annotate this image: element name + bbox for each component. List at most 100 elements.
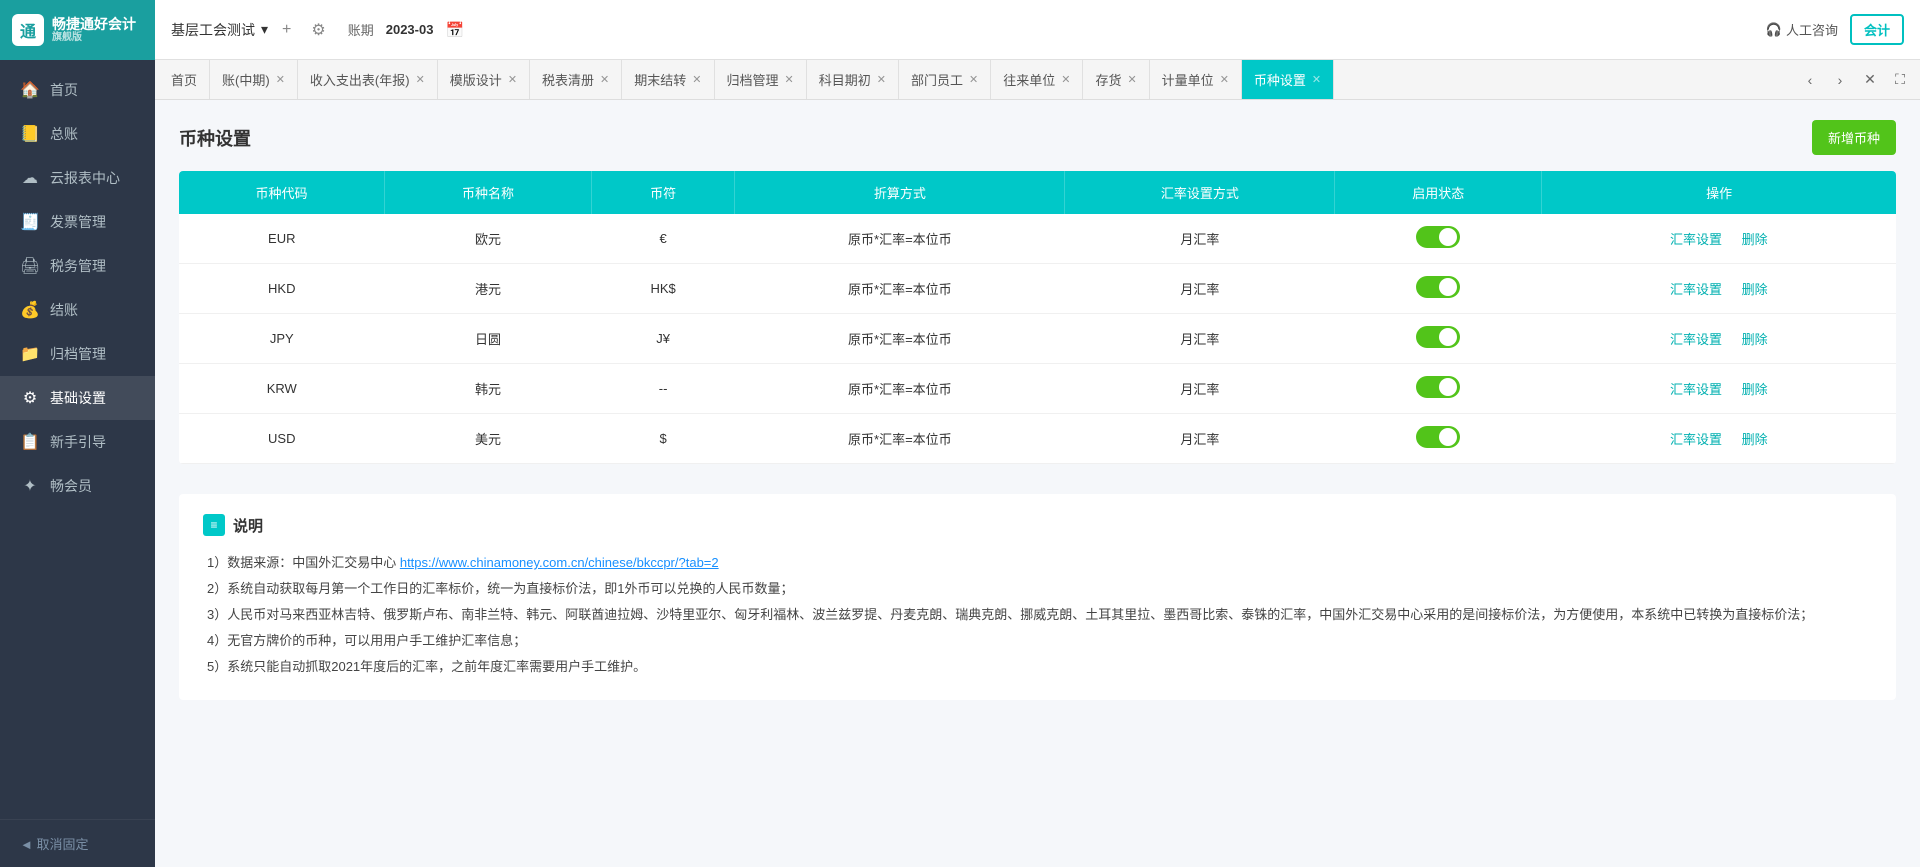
invoice-icon: 🧾 — [20, 212, 40, 232]
rate-settings-link-0[interactable]: 汇率设置 — [1670, 232, 1722, 247]
sidebar-nav: 🏠 首页 📒 总账 ☁ 云报表中心 🧾 发票管理 🖨 税务管理 💰 结账 📁 归… — [0, 60, 155, 819]
note-item: 2）系统自动获取每月第一个工作日的汇率标价，统一为直接标价法，即1外币可以兑换的… — [203, 576, 1872, 602]
enabled-toggle-2[interactable] — [1416, 326, 1460, 348]
col-calc: 折算方式 — [735, 171, 1065, 214]
sidebar-item-settle[interactable]: 💰 结账 — [0, 288, 155, 332]
cell-symbol-2: J¥ — [591, 314, 735, 364]
sidebar-item-member[interactable]: ✦ 畅会员 — [0, 464, 155, 508]
home-icon: 🏠 — [20, 80, 40, 100]
company-selector[interactable]: 基层工会测试 ▾ — [171, 20, 268, 40]
tab-close-archive[interactable]: ✕ — [785, 73, 794, 86]
headset-icon: 🎧 — [1766, 22, 1782, 38]
tab-close-all-button[interactable]: ✕ — [1858, 68, 1882, 92]
tab-dept[interactable]: 部门员工 ✕ — [899, 60, 991, 100]
tab-period-end[interactable]: 期末结转 ✕ — [622, 60, 714, 100]
cell-rate-type-2: 月汇率 — [1065, 314, 1335, 364]
tab-next-button[interactable]: › — [1828, 68, 1852, 92]
tab-close-unit[interactable]: ✕ — [1220, 73, 1229, 86]
delete-link-3[interactable]: 删除 — [1742, 382, 1768, 397]
tab-close-dept[interactable]: ✕ — [969, 73, 978, 86]
sidebar-item-invoice[interactable]: 🧾 发票管理 — [0, 200, 155, 244]
enabled-toggle-3[interactable] — [1416, 376, 1460, 398]
page-header: 币种设置 新增币种 — [179, 120, 1896, 155]
cell-name-0: 欧元 — [385, 214, 592, 264]
delete-link-4[interactable]: 删除 — [1742, 432, 1768, 447]
tab-fullscreen-button[interactable]: ⛶ — [1888, 68, 1912, 92]
tab-income[interactable]: 收入支出表(年报) ✕ — [298, 60, 438, 100]
tab-close-template[interactable]: ✕ — [508, 73, 517, 86]
tab-close-taxlist[interactable]: ✕ — [600, 73, 609, 86]
sidebar-item-archive[interactable]: 📁 归档管理 — [0, 332, 155, 376]
tab-period[interactable]: 账(中期) ✕ — [210, 60, 298, 100]
cell-name-2: 日圆 — [385, 314, 592, 364]
tab-prev-button[interactable]: ‹ — [1798, 68, 1822, 92]
kuaiji-button[interactable]: 会计 — [1850, 14, 1904, 45]
top-header: 基层工会测试 ▾ + ⚙ 账期 2023-03 📅 🎧 人工咨询 会计 — [155, 0, 1920, 60]
delete-link-0[interactable]: 删除 — [1742, 232, 1768, 247]
tab-close-subject[interactable]: ✕ — [877, 73, 886, 86]
sidebar-item-guide[interactable]: 📋 新手引导 — [0, 420, 155, 464]
tab-template[interactable]: 模版设计 ✕ — [438, 60, 530, 100]
enabled-toggle-4[interactable] — [1416, 426, 1460, 448]
sidebar-pin-toggle[interactable]: ◄ 取消固定 — [0, 819, 155, 867]
enabled-toggle-0[interactable] — [1416, 226, 1460, 248]
sidebar-item-ledger[interactable]: 📒 总账 — [0, 112, 155, 156]
col-symbol: 币符 — [591, 171, 735, 214]
note-item: 3）人民币对马来西亚林吉特、俄罗斯卢布、南非兰特、韩元、阿联酋迪拉姆、沙特里亚尔… — [203, 602, 1872, 628]
service-button[interactable]: 🎧 人工咨询 — [1766, 20, 1838, 39]
delete-link-1[interactable]: 删除 — [1742, 282, 1768, 297]
add-tab-button[interactable]: + — [276, 21, 297, 39]
cell-actions-1: 汇率设置 删除 — [1542, 264, 1896, 314]
tab-close-income[interactable]: ✕ — [416, 73, 425, 86]
enabled-toggle-1[interactable] — [1416, 276, 1460, 298]
member-icon: ✦ — [20, 476, 40, 496]
cell-calc-1: 原币*汇率=本位币 — [735, 264, 1065, 314]
sidebar-item-reports[interactable]: ☁ 云报表中心 — [0, 156, 155, 200]
sidebar-item-settings[interactable]: ⚙ 基础设置 — [0, 376, 155, 420]
rate-settings-link-1[interactable]: 汇率设置 — [1670, 282, 1722, 297]
tab-close-currency[interactable]: ✕ — [1312, 73, 1321, 86]
delete-link-2[interactable]: 删除 — [1742, 332, 1768, 347]
rate-settings-link-4[interactable]: 汇率设置 — [1670, 432, 1722, 447]
tab-inventory[interactable]: 存货 ✕ — [1083, 60, 1149, 100]
sidebar-item-label: 总账 — [50, 124, 78, 144]
new-currency-button[interactable]: 新增币种 — [1812, 120, 1896, 155]
cell-toggle-2[interactable] — [1335, 314, 1542, 364]
sidebar-item-label: 首页 — [50, 80, 78, 100]
tab-close-partner[interactable]: ✕ — [1061, 73, 1070, 86]
sidebar-item-tax[interactable]: 🖨 税务管理 — [0, 244, 155, 288]
logo-text: 畅捷通好会计 旗舰版 — [52, 16, 136, 45]
tab-partner[interactable]: 往来单位 ✕ — [991, 60, 1083, 100]
tab-subject[interactable]: 科目期初 ✕ — [807, 60, 899, 100]
tab-archive[interactable]: 归档管理 ✕ — [715, 60, 807, 100]
cell-code-2: JPY — [179, 314, 385, 364]
tab-currency[interactable]: 币种设置 ✕ — [1242, 60, 1334, 100]
sidebar-item-home[interactable]: 🏠 首页 — [0, 68, 155, 112]
tab-close-inventory[interactable]: ✕ — [1127, 73, 1136, 86]
table-row: EUR 欧元 € 原币*汇率=本位币 月汇率 汇率设置 删除 — [179, 214, 1896, 264]
period-value: 2023-03 — [386, 22, 434, 37]
rate-settings-link-2[interactable]: 汇率设置 — [1670, 332, 1722, 347]
note-item: 1）数据来源：中国外汇交易中心 https://www.chinamoney.c… — [203, 550, 1872, 576]
tab-close-period-end[interactable]: ✕ — [692, 73, 701, 86]
rate-settings-link-3[interactable]: 汇率设置 — [1670, 382, 1722, 397]
tab-taxlist[interactable]: 税表清册 ✕ — [530, 60, 622, 100]
settings-gear-icon[interactable]: ⚙ — [305, 20, 331, 40]
note-item: 4）无官方牌价的币种，可以用用户手工维护汇率信息； — [203, 628, 1872, 654]
cell-code-4: USD — [179, 414, 385, 464]
cell-toggle-4[interactable] — [1335, 414, 1542, 464]
main-area: 基层工会测试 ▾ + ⚙ 账期 2023-03 📅 🎧 人工咨询 会计 首页 账… — [155, 0, 1920, 867]
external-link[interactable]: https://www.chinamoney.com.cn/chinese/bk… — [400, 555, 719, 570]
table-row: USD 美元 $ 原币*汇率=本位币 月汇率 汇率设置 删除 — [179, 414, 1896, 464]
content-area: 币种设置 新增币种 币种代码 币种名称 币符 折算方式 汇率设置方式 启用状态 … — [155, 100, 1920, 867]
tab-unit[interactable]: 计量单位 ✕ — [1150, 60, 1242, 100]
tab-home[interactable]: 首页 — [159, 60, 210, 100]
ledger-icon: 📒 — [20, 124, 40, 144]
cell-calc-3: 原币*汇率=本位币 — [735, 364, 1065, 414]
tab-close-period[interactable]: ✕ — [276, 73, 285, 86]
calendar-icon[interactable]: 📅 — [445, 21, 464, 39]
cell-toggle-0[interactable] — [1335, 214, 1542, 264]
cell-toggle-1[interactable] — [1335, 264, 1542, 314]
col-actions: 操作 — [1542, 171, 1896, 214]
cell-toggle-3[interactable] — [1335, 364, 1542, 414]
